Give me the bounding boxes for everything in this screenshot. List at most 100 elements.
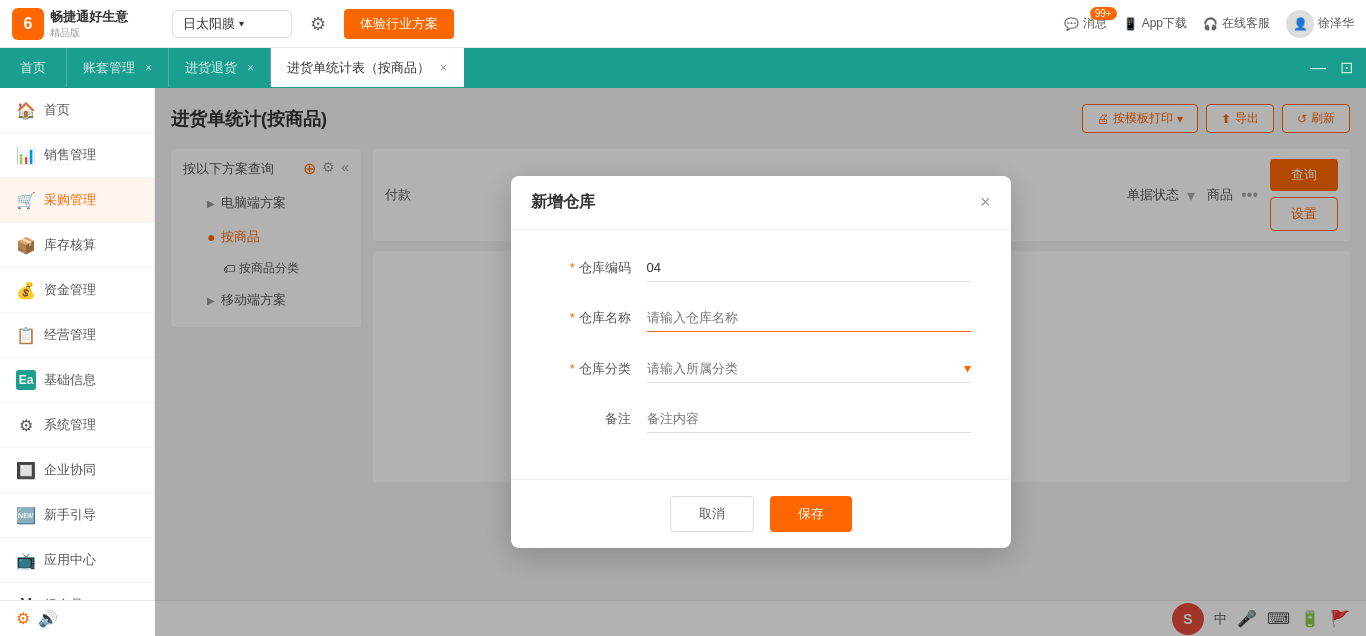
note-input[interactable] <box>647 405 971 433</box>
sidebar-item-enterprise[interactable]: 🔲 企业协同 <box>0 448 154 493</box>
form-row-code: * 仓库编码 <box>551 254 971 282</box>
tab-purchase-return[interactable]: 进货退货 × <box>169 48 271 87</box>
tab-purchase-stats-label: 进货单统计表（按商品） <box>287 59 430 77</box>
category-arrow-icon: ▾ <box>964 360 971 376</box>
tab-accounts-label: 账套管理 <box>83 59 135 77</box>
status-left: ⚙ 🔊 <box>16 609 58 628</box>
tab-home[interactable]: 首页 <box>0 48 67 87</box>
top-header: 6 畅捷通好生意 精品版 日太阳膜 ▾ ⚙ 体验行业方案 💬 消息 99+ 📱 … <box>0 0 1366 48</box>
sidebar-item-home-label: 首页 <box>44 101 70 119</box>
sidebar-item-sales[interactable]: 📊 销售管理 <box>0 133 154 178</box>
content-area: 进货单统计(按商品) 🖨 按模板打印 ▾ ⬆ 导出 ↺ 刷新 <box>155 88 1366 636</box>
sidebar-item-system-label: 系统管理 <box>44 416 96 434</box>
settings-bottom-icon[interactable]: ⚙ <box>16 609 30 628</box>
new-warehouse-dialog: 新增仓库 × * 仓库编码 <box>511 176 1011 548</box>
sidebar-item-app-center-label: 应用中心 <box>44 551 96 569</box>
category-select[interactable]: ▾ <box>647 354 971 383</box>
gear-button[interactable]: ⚙ <box>302 8 334 40</box>
logo-icon: 6 <box>12 8 44 40</box>
tab-accounts-close[interactable]: × <box>145 61 152 75</box>
finance-icon: 💰 <box>16 280 36 300</box>
sidebar-item-guide-label: 新手引导 <box>44 506 96 524</box>
inventory-icon: 📦 <box>16 235 36 255</box>
sidebar-item-purchase-label: 采购管理 <box>44 191 96 209</box>
sidebar-item-app-center[interactable]: 📺 应用中心 <box>0 538 154 583</box>
tab-purchase-return-close[interactable]: × <box>247 61 254 75</box>
app-download-item[interactable]: 📱 App下载 <box>1123 15 1187 32</box>
operations-icon: 📋 <box>16 325 36 345</box>
sidebar-item-finance[interactable]: 💰 资金管理 <box>0 268 154 313</box>
sidebar-item-guide[interactable]: 🆕 新手引导 <box>0 493 154 538</box>
name-label: * 仓库名称 <box>551 309 631 327</box>
trial-button[interactable]: 体验行业方案 <box>344 9 454 39</box>
chevron-down-icon: ▾ <box>239 18 244 29</box>
enterprise-icon: 🔲 <box>16 460 36 480</box>
logo-title: 畅捷通好生意 <box>50 8 128 26</box>
cancel-button[interactable]: 取消 <box>670 496 754 532</box>
name-input[interactable] <box>647 304 971 332</box>
name-required-mark: * <box>570 310 575 325</box>
customer-service-item[interactable]: 🎧 在线客服 <box>1203 15 1270 32</box>
dialog-footer: 取消 保存 <box>511 479 1011 548</box>
minimize-button[interactable]: — <box>1306 56 1330 80</box>
category-input[interactable] <box>647 361 964 376</box>
app-download-label: App下载 <box>1142 15 1187 32</box>
volume-icon[interactable]: 🔊 <box>38 609 58 628</box>
system-icon: ⚙ <box>16 415 36 435</box>
sidebar-item-operations[interactable]: 📋 经营管理 <box>0 313 154 358</box>
phone-icon: 📱 <box>1123 17 1138 31</box>
form-row-note: 备注 <box>551 405 971 433</box>
purchase-icon: 🛒 <box>16 190 36 210</box>
code-input[interactable] <box>647 254 971 282</box>
customer-service-label: 在线客服 <box>1222 15 1270 32</box>
sidebar-item-enterprise-label: 企业协同 <box>44 461 96 479</box>
category-label: * 仓库分类 <box>551 360 631 378</box>
store-name: 日太阳膜 <box>183 15 235 33</box>
tab-home-label: 首页 <box>20 59 46 77</box>
dialog-title: 新增仓库 <box>531 192 595 213</box>
sidebar-item-basic-info[interactable]: Ea 基础信息 <box>0 358 154 403</box>
form-row-category: * 仓库分类 ▾ <box>551 354 971 383</box>
sidebar-item-inventory-label: 库存核算 <box>44 236 96 254</box>
code-required-mark: * <box>570 260 575 275</box>
basic-info-icon: Ea <box>16 370 36 390</box>
tab-bar: 首页 账套管理 × 进货退货 × 进货单统计表（按商品） × — ⊡ <box>0 48 1366 88</box>
tab-purchase-return-label: 进货退货 <box>185 59 237 77</box>
tab-accounts[interactable]: 账套管理 × <box>67 48 169 87</box>
app-center-icon: 📺 <box>16 550 36 570</box>
message-item[interactable]: 💬 消息 99+ <box>1064 15 1107 32</box>
form-row-name: * 仓库名称 <box>551 304 971 332</box>
maximize-button[interactable]: ⊡ <box>1334 56 1358 80</box>
avatar: 👤 <box>1286 10 1314 38</box>
category-required-mark: * <box>570 361 575 376</box>
sidebar-item-operations-label: 经营管理 <box>44 326 96 344</box>
dialog-body: * 仓库编码 * 仓库名称 <box>511 230 1011 479</box>
dialog-header: 新增仓库 × <box>511 176 1011 230</box>
save-button[interactable]: 保存 <box>770 496 852 532</box>
sales-icon: 📊 <box>16 145 36 165</box>
sidebar-item-home[interactable]: 🏠 首页 <box>0 88 154 133</box>
note-label: 备注 <box>551 410 631 428</box>
sidebar-item-inventory[interactable]: 📦 库存核算 <box>0 223 154 268</box>
headset-icon: 🎧 <box>1203 17 1218 31</box>
gear-icon: ⚙ <box>310 13 326 35</box>
sidebar-item-basic-info-label: 基础信息 <box>44 371 96 389</box>
tab-purchase-stats[interactable]: 进货单统计表（按商品） × <box>271 48 464 87</box>
user-area[interactable]: 👤 徐泽华 <box>1286 10 1354 38</box>
modal-overlay: 新增仓库 × * 仓库编码 <box>155 88 1366 636</box>
sidebar: 🏠 首页 📊 销售管理 🛒 采购管理 📦 库存核算 💰 资金管理 📋 经营管理 … <box>0 88 155 636</box>
message-badge: 99+ <box>1090 7 1117 20</box>
logo-text: 畅捷通好生意 精品版 <box>50 8 128 40</box>
logo-sub: 精品版 <box>50 26 128 40</box>
tab-purchase-stats-close[interactable]: × <box>440 61 447 75</box>
header-right: 💬 消息 99+ 📱 App下载 🎧 在线客服 👤 徐泽华 <box>1064 10 1354 38</box>
sidebar-item-purchase[interactable]: 🛒 采购管理 <box>0 178 154 223</box>
sidebar-item-finance-label: 资金管理 <box>44 281 96 299</box>
sidebar-item-system[interactable]: ⚙ 系统管理 <box>0 403 154 448</box>
guide-icon: 🆕 <box>16 505 36 525</box>
main-layout: 🏠 首页 📊 销售管理 🛒 采购管理 📦 库存核算 💰 资金管理 📋 经营管理 … <box>0 88 1366 636</box>
code-label: * 仓库编码 <box>551 259 631 277</box>
store-selector[interactable]: 日太阳膜 ▾ <box>172 10 292 38</box>
dialog-close-button[interactable]: × <box>980 192 991 213</box>
window-buttons: — ⊡ <box>1298 56 1366 80</box>
